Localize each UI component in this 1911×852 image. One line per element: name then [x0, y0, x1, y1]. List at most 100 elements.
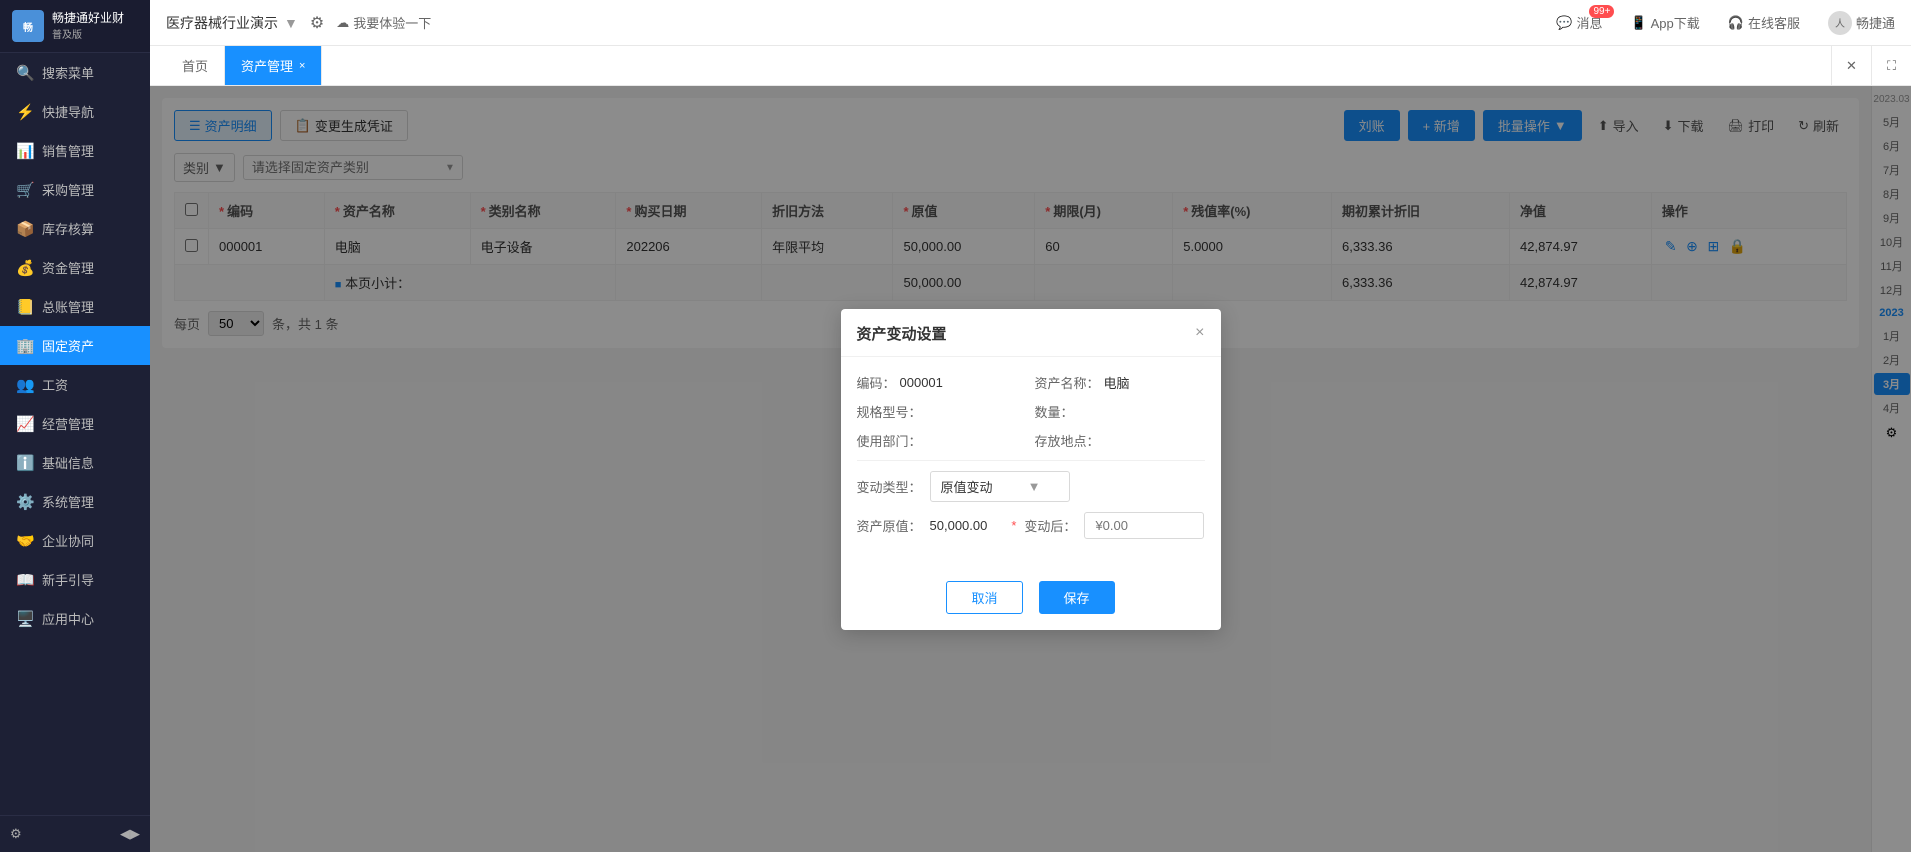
top-bar: 医疗器械行业演示 ▼ ⚙ ☁ 我要体验一下 💬 消息 99+ 📱 App下载 — [150, 0, 1911, 46]
badge-count: 99+ — [1589, 5, 1614, 18]
modal-row-code-name: 编码： 000001 资产名称： 电脑 — [857, 373, 1205, 392]
modal-overlay: 资产变动设置 × 编码： 000001 资产名称： 电脑 — [150, 86, 1911, 852]
app-logo: 畅 畅捷通好业财 普及版 — [0, 0, 150, 53]
modal-field-model: 规格型号： — [857, 402, 1027, 421]
message-icon: 💬 — [1556, 15, 1572, 31]
sidebar-item-basic-info[interactable]: ℹ️ 基础信息 — [0, 443, 150, 482]
sidebar-item-label: 采购管理 — [42, 180, 94, 199]
settings-icon[interactable]: ⚙ — [10, 826, 22, 842]
modal-field-dept: 使用部门： — [857, 431, 1027, 450]
sidebar-item-label: 销售管理 — [42, 141, 94, 160]
headset-icon: 🎧 — [1728, 15, 1744, 31]
trial-text: 我要体验一下 — [353, 13, 431, 32]
inventory-icon: 📦 — [16, 220, 34, 238]
sidebar-item-label: 新手引导 — [42, 570, 94, 589]
tab-home[interactable]: 首页 — [166, 46, 225, 85]
sidebar-item-search[interactable]: 🔍 搜索菜单 — [0, 53, 150, 92]
sidebar-item-label: 基础信息 — [42, 453, 94, 472]
sidebar-item-label: 固定资产 — [42, 336, 94, 355]
chevron-down-icon: ▼ — [284, 15, 298, 31]
username: 畅捷通 — [1856, 13, 1895, 32]
online-service-btn[interactable]: 🎧 在线客服 — [1728, 13, 1800, 32]
collab-icon: 🤝 — [16, 532, 34, 550]
modal-row-model-qty: 规格型号： 数量： — [857, 402, 1205, 421]
avatar: 人 — [1828, 11, 1852, 35]
tab-expand-btn[interactable]: ⛶ — [1871, 46, 1911, 86]
modal-divider — [857, 460, 1205, 461]
required-mark: * — [1011, 518, 1016, 533]
asset-change-modal: 资产变动设置 × 编码： 000001 资产名称： 电脑 — [841, 309, 1221, 630]
modal-field-qty: 数量： — [1035, 402, 1205, 421]
sales-icon: 📊 — [16, 142, 34, 160]
main-area: 医疗器械行业演示 ▼ ⚙ ☁ 我要体验一下 💬 消息 99+ 📱 App下载 — [150, 0, 1911, 852]
chevron-down-icon: ▼ — [1028, 479, 1041, 494]
sidebar-item-apps[interactable]: 🖥️ 应用中心 — [0, 599, 150, 638]
logo-text: 畅捷通好业财 — [52, 11, 124, 27]
modal-field-location: 存放地点： — [1035, 431, 1205, 450]
quicknav-icon: ⚡ — [16, 103, 34, 121]
after-change-input[interactable] — [1084, 512, 1204, 539]
sidebar-item-label: 应用中心 — [42, 609, 94, 628]
basic-info-icon: ℹ️ — [16, 454, 34, 472]
sidebar-item-label: 系统管理 — [42, 492, 94, 511]
sidebar-item-payroll[interactable]: 👥 工资 — [0, 365, 150, 404]
download-icon: 📱 — [1630, 15, 1646, 31]
cloud-trial[interactable]: ☁ 我要体验一下 — [336, 13, 431, 32]
sidebar-item-label: 总账管理 — [42, 297, 94, 316]
modal-title: 资产变动设置 — [857, 323, 947, 344]
tab-asset-mgmt[interactable]: 资产管理 × — [225, 46, 322, 85]
tab-close-btn[interactable]: ✕ — [1831, 46, 1871, 86]
user-profile[interactable]: 人 畅捷通 — [1828, 11, 1895, 35]
message-badge[interactable]: 💬 消息 99+ — [1556, 13, 1602, 32]
app-download-btn[interactable]: 📱 App下载 — [1630, 13, 1699, 32]
sidebar-bottom: ⚙ ◀▶ — [0, 815, 150, 852]
change-type-select[interactable]: 原值变动 ▼ — [930, 471, 1070, 502]
logo-sub: 普及版 — [52, 26, 124, 41]
sidebar-item-system[interactable]: ⚙️ 系统管理 — [0, 482, 150, 521]
sidebar-item-funds[interactable]: 💰 资金管理 — [0, 248, 150, 287]
sidebar-item-guide[interactable]: 📖 新手引导 — [0, 560, 150, 599]
sidebar-item-purchase[interactable]: 🛒 采购管理 — [0, 170, 150, 209]
sidebar-item-label: 库存核算 — [42, 219, 94, 238]
sidebar-nav: 🔍 搜索菜单 ⚡ 快捷导航 📊 销售管理 🛒 采购管理 📦 库存核算 💰 — [0, 53, 150, 815]
sidebar-item-operations[interactable]: 📈 经营管理 — [0, 404, 150, 443]
sidebar-item-quicknav[interactable]: ⚡ 快捷导航 — [0, 92, 150, 131]
modal-change-type-row: 变动类型： 原值变动 ▼ — [857, 471, 1205, 502]
modal-close-btn[interactable]: × — [1195, 324, 1204, 342]
company-name: 医疗器械行业演示 — [166, 13, 278, 33]
modal-body: 编码： 000001 资产名称： 电脑 规格型号： — [841, 357, 1221, 571]
funds-icon: 💰 — [16, 259, 34, 277]
sidebar-item-sales[interactable]: 📊 销售管理 — [0, 131, 150, 170]
cancel-button[interactable]: 取消 — [946, 581, 1022, 614]
modal-field-code: 编码： 000001 — [857, 373, 1027, 392]
system-icon: ⚙️ — [16, 493, 34, 511]
close-tab-icon[interactable]: × — [299, 60, 305, 72]
apps-icon: 🖥️ — [16, 610, 34, 628]
sidebar-item-fixed-assets[interactable]: 🏢 固定资产 — [0, 326, 150, 365]
collapse-icon[interactable]: ◀▶ — [120, 826, 140, 842]
cloud-icon: ☁ — [336, 15, 349, 31]
guide-icon: 📖 — [16, 571, 34, 589]
sidebar-item-label: 工资 — [42, 375, 68, 394]
operations-icon: 📈 — [16, 415, 34, 433]
sidebar-item-label: 搜索菜单 — [42, 63, 94, 82]
gear-icon[interactable]: ⚙ — [310, 13, 324, 33]
sidebar-item-label: 经营管理 — [42, 414, 94, 433]
modal-value-row: 资产原值： 50,000.00 * 变动后： — [857, 512, 1205, 539]
payroll-icon: 👥 — [16, 376, 34, 394]
sidebar-item-label: 快捷导航 — [42, 102, 94, 121]
sidebar-item-ledger[interactable]: 📒 总账管理 — [0, 287, 150, 326]
sidebar-item-label: 资金管理 — [42, 258, 94, 277]
sidebar-item-collab[interactable]: 🤝 企业协同 — [0, 521, 150, 560]
search-icon: 🔍 — [16, 64, 34, 82]
save-button[interactable]: 保存 — [1039, 581, 1115, 614]
purchase-icon: 🛒 — [16, 181, 34, 199]
company-title: 医疗器械行业演示 ▼ — [166, 13, 298, 33]
content-area: ☰ 资产明细 📋 变更生成凭证 刘账 + 新增 — [150, 86, 1911, 852]
sidebar-item-inventory[interactable]: 📦 库存核算 — [0, 209, 150, 248]
fixed-assets-icon: 🏢 — [16, 337, 34, 355]
tab-bar: 首页 资产管理 × ✕ ⛶ — [150, 46, 1911, 86]
sidebar: 畅 畅捷通好业财 普及版 🔍 搜索菜单 ⚡ 快捷导航 📊 销售管理 🛒 采 — [0, 0, 150, 852]
modal-header: 资产变动设置 × — [841, 309, 1221, 357]
tab-right-controls: ✕ ⛶ — [1831, 46, 1911, 86]
